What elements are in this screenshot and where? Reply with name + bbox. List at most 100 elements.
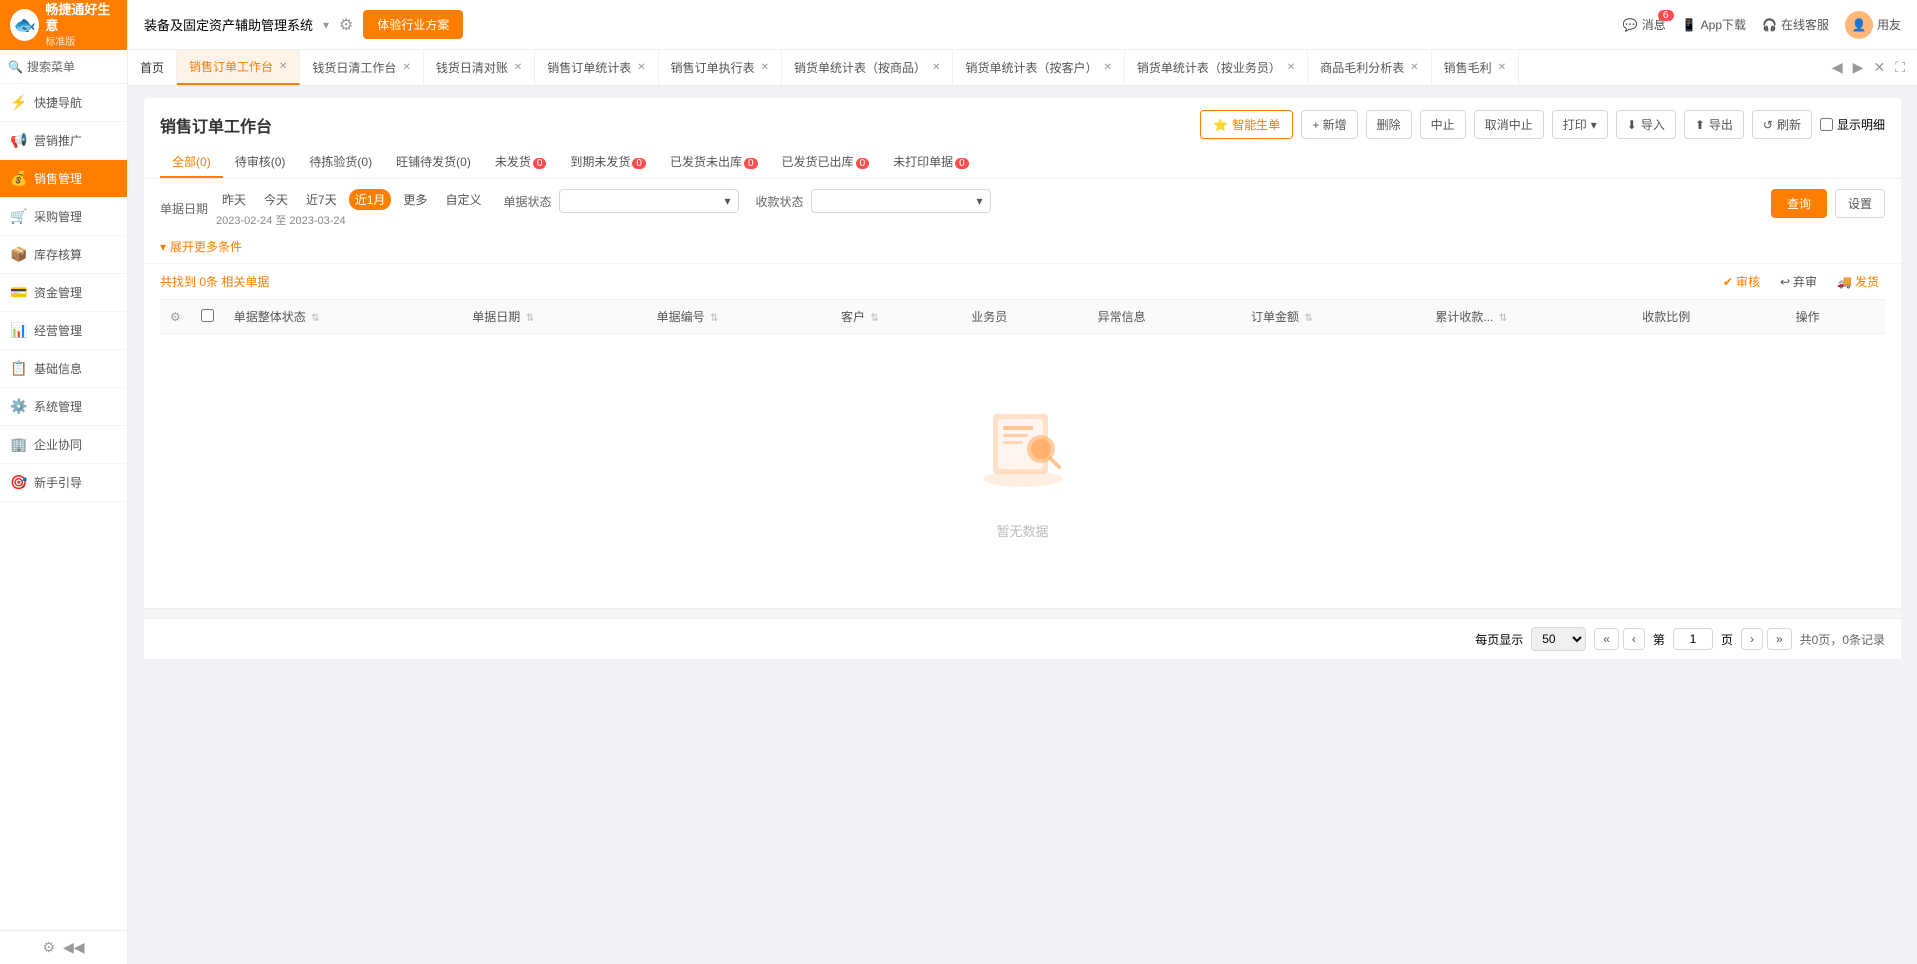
delete-btn[interactable]: 删除 [1366,110,1412,139]
tab-maximize-icon[interactable]: ⛶ [1891,57,1909,78]
user-item[interactable]: 👤 用友 [1845,11,1901,39]
query-btn[interactable]: 查询 [1771,189,1827,218]
solution-btn[interactable]: 体验行业方案 [363,10,463,39]
print-btn[interactable]: 打印 ▾ [1552,110,1608,139]
operation-icon: 📊 [10,322,28,339]
cancel-pause-btn[interactable]: 取消中止 [1474,110,1544,139]
sidebar-item-marketing[interactable]: 📢 营销推广 [0,122,127,160]
date-btn-more[interactable]: 更多 [397,189,433,210]
tabs-scroll-right-icon[interactable]: ▶ [1849,57,1868,78]
status-select[interactable]: ▾ [559,189,739,213]
expand-btn[interactable]: ▾ 展开更多条件 [160,238,242,255]
sort-amount-icon[interactable]: ⇅ [1304,313,1312,324]
sub-tab-wangpu[interactable]: 旺铺待发货(0) [384,147,483,178]
empty-svg [963,394,1083,494]
tab-close-icon[interactable]: ✕ [1498,62,1506,73]
settings-bottom-icon[interactable]: ⚙ [42,939,55,956]
audit-btn[interactable]: ✔ 审核 [1717,270,1766,293]
page-input[interactable] [1673,628,1713,650]
tab-home[interactable]: 首页 [128,50,177,85]
status-value [568,194,571,208]
tab-close-icon[interactable]: ✕ [637,62,645,73]
sort-status-icon[interactable]: ⇅ [311,313,319,324]
topbar-gear-icon[interactable]: ⚙ [339,15,353,35]
check-all-checkbox[interactable] [201,309,214,322]
tab-close-icon[interactable]: ✕ [402,62,410,73]
date-btn-custom[interactable]: 自定义 [439,189,487,210]
page-last-btn[interactable]: » [1767,628,1792,650]
tab-sales-exec[interactable]: 销售订单执行表 ✕ [659,50,782,85]
sub-tab-pending-inspect[interactable]: 待拣验货(0) [297,147,384,178]
sub-tab-overdue[interactable]: 到期未发货0 [558,147,658,178]
quick-nav-icon: ⚡ [10,94,28,111]
th-gear[interactable]: ⚙ [160,300,191,334]
tab-sales-workbench[interactable]: 销售订单工作台 ✕ [177,50,300,85]
th-check[interactable] [191,300,224,334]
sort-collected-icon[interactable]: ⇅ [1499,313,1507,324]
sidebar-item-finance[interactable]: 💳 资金管理 [0,274,127,312]
app-download-item[interactable]: 📱 App下载 [1682,16,1746,33]
sub-tab-not-printed[interactable]: 未打印单据0 [881,147,981,178]
ship-btn[interactable]: 🚚 发货 [1831,270,1885,293]
sort-date-icon[interactable]: ⇅ [526,313,534,324]
tab-close-icon[interactable]: ✕ [1103,62,1111,73]
date-btn-yesterday[interactable]: 昨天 [216,189,252,210]
tab-gross-profit[interactable]: 商品毛利分析表 ✕ [1308,50,1431,85]
status-label: 单据状态 [503,193,551,210]
sort-number-icon[interactable]: ⇅ [710,313,718,324]
sub-tab-shipped-out[interactable]: 已发货已出库0 [770,147,882,178]
sidebar-item-purchase[interactable]: 🛒 采购管理 [0,198,127,236]
add-btn[interactable]: + 新增 [1301,110,1357,139]
tab-sales-summary-customer[interactable]: 销货单统计表（按客户） ✕ [953,50,1124,85]
page-prev-btn[interactable]: ‹ [1623,628,1645,650]
show-detail-label[interactable]: 显示明细 [1820,116,1885,133]
sidebar-item-quick-nav[interactable]: ⚡ 快捷导航 [0,84,127,122]
online-service-item[interactable]: 🎧 在线客服 [1762,16,1829,33]
cancel-audit-btn[interactable]: ↩ 弃审 [1774,270,1823,293]
sub-tab-all[interactable]: 全部(0) [160,147,223,178]
sidebar-item-operation[interactable]: 📊 经营管理 [0,312,127,350]
page-size-select[interactable]: 50 20 100 [1531,627,1586,651]
sidebar-item-system[interactable]: ⚙️ 系统管理 [0,388,127,426]
date-btn-1month[interactable]: 近1月 [349,189,392,210]
date-btn-7days[interactable]: 近7天 [300,189,343,210]
pause-btn[interactable]: 中止 [1420,110,1466,139]
sidebar-item-basic[interactable]: 📋 基础信息 [0,350,127,388]
tab-cash-daily[interactable]: 钱货日清工作台 ✕ [300,50,423,85]
sub-tab-shipped-not-out[interactable]: 已发货未出库0 [658,147,770,178]
payment-select[interactable]: ▾ [811,189,991,213]
tab-close-icon[interactable]: ✕ [279,61,287,72]
page-next-btn[interactable]: › [1741,628,1763,650]
show-detail-checkbox[interactable] [1820,118,1833,131]
tab-sales-summary-product[interactable]: 销货单统计表（按商品） ✕ [782,50,953,85]
message-item[interactable]: 💬 消息 6 [1623,16,1666,33]
sidebar-item-newbie[interactable]: 🎯 新手引导 [0,464,127,502]
date-btn-today[interactable]: 今天 [258,189,294,210]
horizontal-scrollbar[interactable] [144,608,1901,618]
export-btn[interactable]: ⬆ 导出 [1684,110,1744,139]
tab-sales-stat[interactable]: 销售订单统计表 ✕ [535,50,658,85]
sub-tab-pending-review[interactable]: 待审核(0) [223,147,298,178]
tab-close-all-icon[interactable]: ✕ [1869,57,1889,78]
tab-close-icon[interactable]: ✕ [1410,62,1418,73]
import-btn[interactable]: ⬇ 导入 [1616,110,1676,139]
collapse-icon[interactable]: ◀◀ [63,939,85,956]
tab-sales-summary-staff[interactable]: 销货单统计表（按业务员） ✕ [1125,50,1308,85]
sort-customer-icon[interactable]: ⇅ [870,313,878,324]
tab-close-icon[interactable]: ✕ [514,62,522,73]
filter-setting-btn[interactable]: 设置 [1835,189,1885,218]
search-menu[interactable]: 🔍 搜索菜单 [0,50,127,84]
tab-close-icon[interactable]: ✕ [1287,62,1295,73]
tab-sales-profit[interactable]: 销售毛利 ✕ [1432,50,1519,85]
sub-tab-not-shipped[interactable]: 未发货0 [483,147,559,178]
tab-close-icon[interactable]: ✕ [932,62,940,73]
sidebar-item-sales[interactable]: 💰 销售管理 [0,160,127,198]
sidebar-item-inventory[interactable]: 📦 库存核算 [0,236,127,274]
tab-cash-reconcile[interactable]: 钱货日清对账 ✕ [424,50,535,85]
tabs-scroll-left-icon[interactable]: ◀ [1828,57,1847,78]
sidebar-item-enterprise[interactable]: 🏢 企业协同 [0,426,127,464]
refresh-btn[interactable]: ↺ 刷新 [1752,110,1812,139]
page-first-btn[interactable]: « [1594,628,1619,650]
tab-close-icon[interactable]: ✕ [761,62,769,73]
smart-gen-btn[interactable]: ⭐ 智能生单 [1200,110,1293,139]
